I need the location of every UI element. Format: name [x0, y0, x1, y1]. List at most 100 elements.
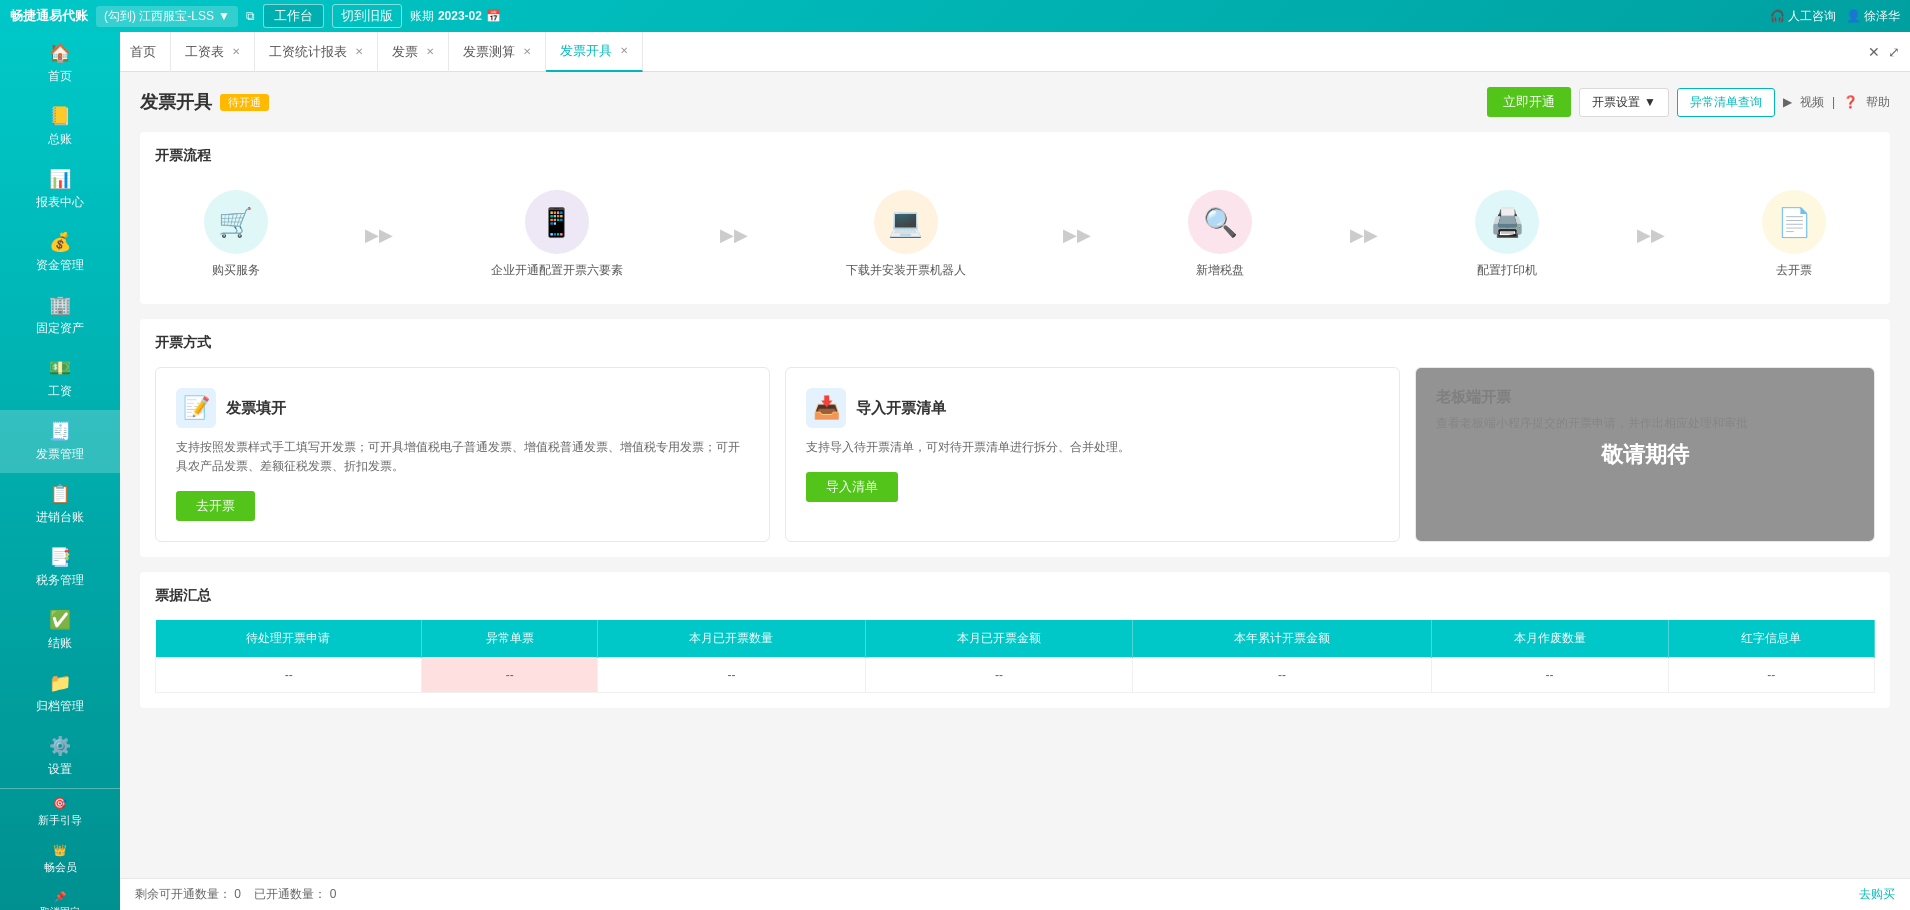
company-name: (勾到) 江西服宝-LSS: [104, 8, 214, 25]
flow-arrow-4: ▶▶: [1350, 224, 1378, 246]
help-area: ▶ 视频 | ❓ 帮助: [1783, 94, 1890, 111]
config-printer-label: 配置打印机: [1477, 262, 1537, 279]
sidebar-item-payroll[interactable]: 💵 工资: [0, 347, 120, 410]
sidebar-item-assets[interactable]: 🏢 固定资产: [0, 284, 120, 347]
view-label: 视频: [1800, 94, 1824, 111]
calendar-icon[interactable]: 📅: [486, 9, 501, 23]
header-actions: 立即开通 开票设置 ▼ 异常清单查询 ▶ 视频 | ❓ 帮助: [1487, 87, 1890, 117]
fill-invoice-icon: 📝: [176, 388, 216, 428]
sidebar-item-invoice[interactable]: 🧾 发票管理: [0, 410, 120, 473]
config-open-icon: 📱: [525, 190, 589, 254]
tab-restore-button[interactable]: ⤢: [1888, 44, 1900, 60]
sidebar-item-ledger[interactable]: 📒 总账: [0, 95, 120, 158]
coming-soon-text: 敬请期待: [1601, 440, 1689, 470]
sidebar-item-home[interactable]: 🏠 首页: [0, 32, 120, 95]
tab-bar: 首页 工资表 ✕ 工资统计报表 ✕ 发票 ✕ 发票测算 ✕ 发票开具 ✕: [120, 32, 1910, 72]
help-label: 帮助: [1866, 94, 1890, 111]
settings-button[interactable]: 开票设置 ▼: [1579, 88, 1669, 117]
flow-arrow-3: ▶▶: [1063, 224, 1091, 246]
sidebar-item-reports[interactable]: 📊 报表中心: [0, 158, 120, 221]
tab-salary-table-close[interactable]: ✕: [232, 46, 240, 57]
remaining-value: 0: [234, 887, 241, 901]
tab-close-all-button[interactable]: ✕: [1868, 44, 1880, 60]
val-pending: --: [156, 658, 422, 693]
go-open-invoice-button[interactable]: 去开票: [176, 491, 255, 521]
page-title-area: 发票开具 待开通: [140, 90, 269, 114]
archive-icon: 📁: [49, 672, 71, 694]
status-badge: 待开通: [220, 94, 269, 111]
tab-invoice-open[interactable]: 发票开具 ✕: [546, 32, 643, 72]
tab-invoice-calc-close[interactable]: ✕: [523, 46, 531, 57]
bottom-bar: 剩余可开通数量： 0 已开通数量： 0 去购买: [120, 878, 1910, 910]
video-icon[interactable]: ▶: [1783, 95, 1792, 109]
tab-invoice-open-close[interactable]: ✕: [620, 45, 628, 56]
invoice-icon: 🧾: [49, 420, 71, 442]
import-list-button[interactable]: 导入清单: [806, 472, 898, 502]
tab-home[interactable]: 首页: [130, 32, 171, 72]
tab-salary-stats-close[interactable]: ✕: [355, 46, 363, 57]
method-cards: 📝 发票填开 支持按照发票样式手工填写开发票；可开具增值税电子普通发票、增值税普…: [155, 367, 1875, 542]
tab-invoice-calc-label: 发票测算: [463, 43, 515, 61]
val-month-qty: --: [598, 658, 866, 693]
home-icon: 🏠: [49, 42, 71, 64]
col-abnormal: 异常单票: [422, 620, 598, 658]
top-bar-left: 畅捷通易代账 (勾到) 江西服宝-LSS ▼ ⧉ 工作台 切到旧版 账期 202…: [10, 4, 501, 28]
page-title: 发票开具: [140, 90, 212, 114]
member-icon: 👑: [53, 844, 67, 857]
sidebar: 🏠 首页 📒 总账 📊 报表中心 💰 资金管理 🏢 固定资产 💵 工资 🧾 发票…: [0, 32, 120, 910]
tab-invoice-close[interactable]: ✕: [426, 46, 434, 57]
val-year-amount: --: [1133, 658, 1431, 693]
buy-link[interactable]: 去购买: [1859, 886, 1895, 903]
flow-arrow-2: ▶▶: [720, 224, 748, 246]
tab-invoice[interactable]: 发票 ✕: [378, 32, 449, 72]
company-selector[interactable]: (勾到) 江西服宝-LSS ▼: [96, 6, 238, 27]
settlement-icon: ✅: [49, 609, 71, 631]
col-void-qty: 本月作废数量: [1431, 620, 1668, 658]
fill-invoice-title: 发票填开: [226, 399, 286, 418]
sidebar-label-payroll: 工资: [48, 383, 72, 400]
sidebar-pin-button[interactable]: 📌 取消固定: [0, 883, 120, 910]
pin-icon: 📌: [54, 891, 66, 902]
flow-steps: 🛒 购买服务 ▶▶ 📱 企业开通配置开票六要素 ▶▶ 💻 下载并安装开票机器人 …: [155, 180, 1875, 289]
summary-section: 票据汇总 待处理开票申请 异常单票 本月已开票数量 本月已开票金额 本年累计开票…: [140, 572, 1890, 708]
sidebar-item-member[interactable]: 👑 畅会员: [0, 836, 120, 883]
headphone-icon: 🎧: [1770, 9, 1785, 23]
open-now-button[interactable]: 立即开通: [1487, 87, 1571, 117]
flow-arrow-5: ▶▶: [1637, 224, 1665, 246]
copy-icon[interactable]: ⧉: [246, 9, 255, 23]
method-section: 开票方式 📝 发票填开 支持按照发票样式手工填写开发票；可开具增值税电子普通发票…: [140, 319, 1890, 557]
payroll-icon: 💵: [49, 357, 71, 379]
method-card-fill-header: 📝 发票填开: [176, 388, 749, 428]
sidebar-label-guide: 新手引导: [38, 813, 82, 828]
tab-invoice-open-label: 发票开具: [560, 42, 612, 60]
open-invoice-icon: 📄: [1762, 190, 1826, 254]
fill-invoice-desc: 支持按照发票样式手工填写开发票；可开具增值税电子普通发票、增值税普通发票、增值税…: [176, 438, 749, 476]
tab-salary-table[interactable]: 工资表 ✕: [171, 32, 255, 72]
old-version-button[interactable]: 切到旧版: [332, 4, 402, 28]
sidebar-item-funds[interactable]: 💰 资金管理: [0, 221, 120, 284]
question-icon[interactable]: ❓: [1843, 95, 1858, 109]
service-button[interactable]: 🎧 人工咨询: [1770, 8, 1836, 25]
sidebar-label-tax: 税务管理: [36, 572, 84, 589]
user-name[interactable]: 👤 徐泽华: [1846, 8, 1900, 25]
method-card-import: 📥 导入开票清单 支持导入待开票清单，可对待开票清单进行拆分、合并处理。 导入清…: [785, 367, 1400, 542]
opened-value: 0: [330, 887, 337, 901]
top-bar-actions: 🎧 人工咨询 👤 徐泽华: [1770, 8, 1900, 25]
sidebar-item-settings[interactable]: ⚙️ 设置: [0, 725, 120, 788]
sidebar-item-purchase[interactable]: 📋 进销台账: [0, 473, 120, 536]
sidebar-item-tax[interactable]: 📑 税务管理: [0, 536, 120, 599]
import-invoice-title: 导入开票清单: [856, 399, 946, 418]
tax-icon: 📑: [49, 546, 71, 568]
col-pending: 待处理开票申请: [156, 620, 422, 658]
sidebar-label-invoice: 发票管理: [36, 446, 84, 463]
opened-label: 已开通数量：: [254, 887, 326, 901]
worktable-button[interactable]: 工作台: [263, 4, 324, 28]
sidebar-item-guide[interactable]: 🎯 新手引导: [0, 789, 120, 836]
query-button[interactable]: 异常清单查询: [1677, 88, 1775, 117]
user-icon: 👤: [1846, 9, 1861, 23]
sidebar-item-archive[interactable]: 📁 归档管理: [0, 662, 120, 725]
tab-salary-stats[interactable]: 工资统计报表 ✕: [255, 32, 378, 72]
buy-service-label: 购买服务: [212, 262, 260, 279]
sidebar-item-settlement[interactable]: ✅ 结账: [0, 599, 120, 662]
tab-invoice-calc[interactable]: 发票测算 ✕: [449, 32, 546, 72]
